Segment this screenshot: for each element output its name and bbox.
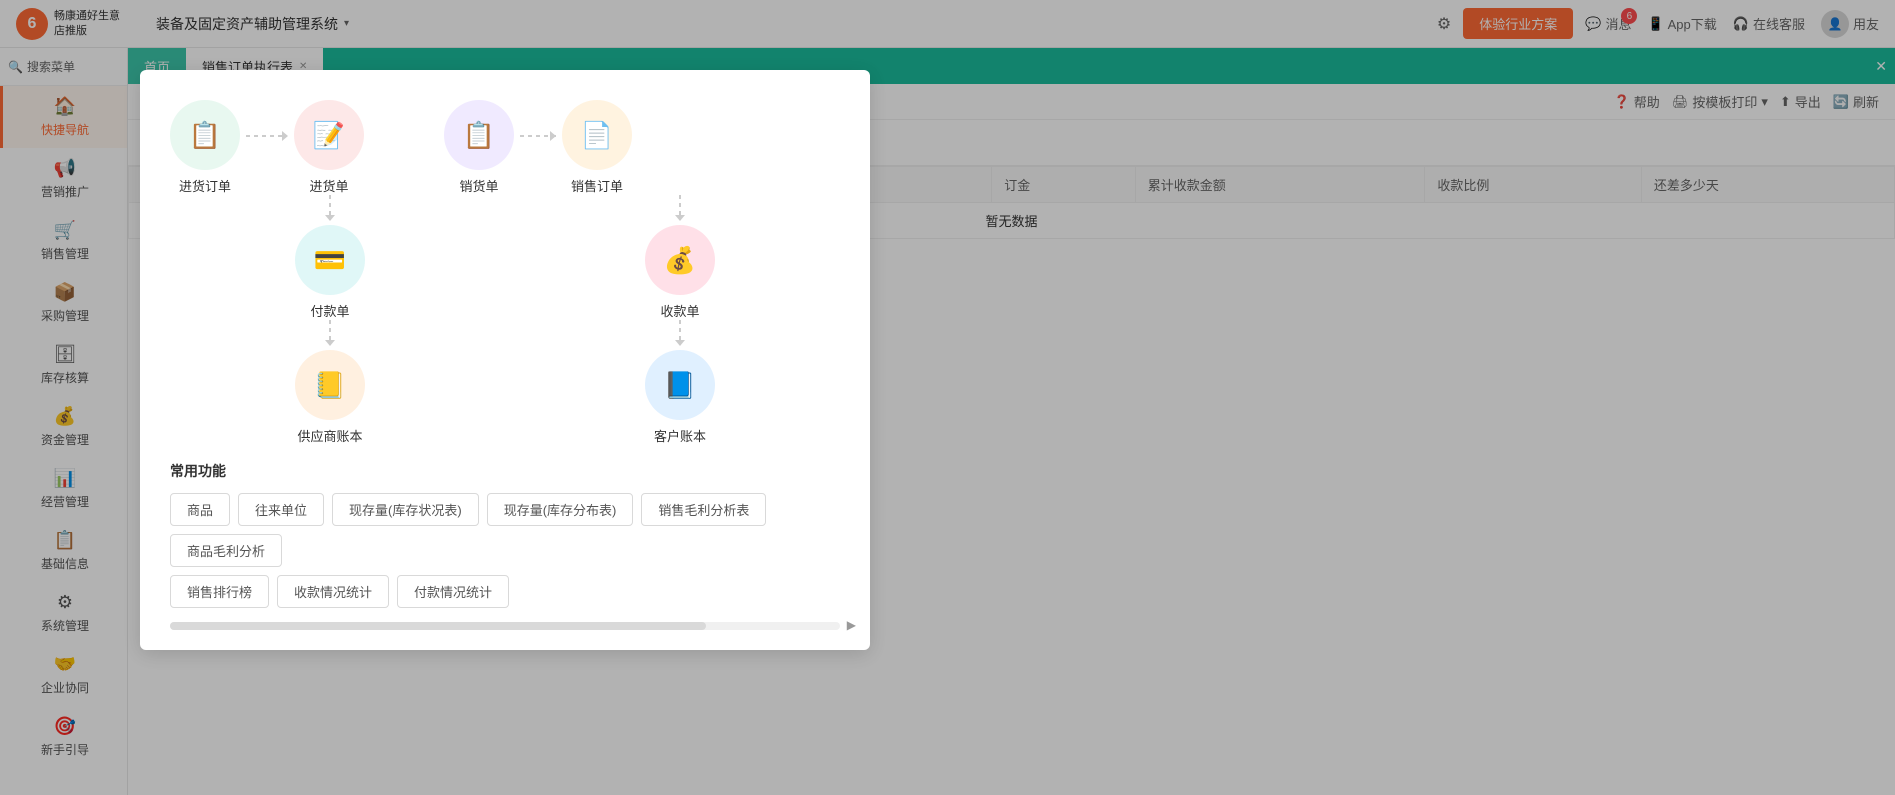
arrow-rec-down-line	[679, 320, 681, 340]
common-functions-section: 常用功能 商品 往来单位 现存量(库存状况表) 现存量(库存分布表) 销售毛利分…	[170, 461, 840, 608]
common-functions-title: 常用功能	[170, 461, 840, 481]
arrow-sb-down-line	[679, 195, 681, 215]
flow-left-col: 💳 付款单	[295, 195, 365, 320]
sales-bill-label: 销货单	[459, 176, 498, 195]
flow-sales-order: 📄 销售订单	[562, 100, 632, 195]
flow-top-row: 📋 进货订单 📝 进货单 📋	[170, 100, 840, 195]
sales-order-circle[interactable]: 📄	[562, 100, 632, 170]
func-btn-goods-profit[interactable]: 商品毛利分析	[170, 534, 282, 567]
flow-purchase-bill: 📝 进货单	[294, 100, 364, 195]
arrow-po-to-pb	[246, 131, 288, 141]
payment-bill-icon: 💳	[314, 245, 346, 276]
receipt-bill-circle[interactable]: 💰	[645, 225, 715, 295]
purchase-bill-label: 进货单	[309, 176, 348, 195]
purchase-order-label: 进货订单	[179, 176, 231, 195]
purchase-order-circle[interactable]: 📋	[170, 100, 240, 170]
arrow-head-h1	[282, 131, 288, 141]
sales-bill-circle[interactable]: 📋	[444, 100, 514, 170]
func-btn-goods[interactable]: 商品	[170, 493, 230, 526]
arrow-sb-down-head	[675, 215, 685, 221]
arrow-rec-down-head	[675, 340, 685, 346]
popup-scrollbar[interactable]: ▶	[170, 622, 840, 630]
supplier-ledger-label: 供应商账本	[297, 426, 362, 445]
popup-overlay: 📋 进货订单 📝 进货单 📋	[0, 0, 1895, 795]
arrow-pay-down-head	[325, 340, 335, 346]
function-buttons-row2: 销售排行榜 收款情况统计 付款情况统计	[170, 575, 840, 608]
scroll-right-arrow[interactable]: ▶	[847, 618, 856, 632]
arrow-head-h2-left	[550, 131, 556, 141]
flow-right-bottom-col: 📘 客户账本	[645, 320, 715, 445]
func-btn-payment-stats[interactable]: 付款情况统计	[397, 575, 509, 608]
sales-order-icon: 📄	[581, 120, 613, 151]
func-btn-stock-status[interactable]: 现存量(库存状况表)	[332, 493, 479, 526]
quick-nav-popup: 📋 进货订单 📝 进货单 📋	[140, 70, 870, 650]
func-btn-receipt-stats[interactable]: 收款情况统计	[277, 575, 389, 608]
arrow-pb-down-line	[329, 195, 331, 215]
func-btn-partner[interactable]: 往来单位	[238, 493, 324, 526]
sales-order-label: 销售订单	[571, 176, 623, 195]
payment-bill-label: 付款单	[310, 301, 349, 320]
arrow-pb-down-head	[325, 215, 335, 221]
customer-ledger-circle[interactable]: 📘	[645, 350, 715, 420]
function-buttons-row1: 商品 往来单位 现存量(库存状况表) 现存量(库存分布表) 销售毛利分析表 商品…	[170, 493, 840, 567]
func-btn-stock-dist[interactable]: 现存量(库存分布表)	[487, 493, 634, 526]
sales-bill-icon: 📋	[463, 120, 495, 151]
supplier-ledger-icon: 📒	[314, 370, 346, 401]
receipt-bill-label: 收款单	[660, 301, 699, 320]
arrow-line-h1	[246, 135, 282, 137]
flow-mid-section: 💳 付款单 💰 收款单	[170, 195, 840, 320]
popup-scrollbar-thumb[interactable]	[170, 622, 706, 630]
flow-left-bottom-col: 📒 供应商账本	[295, 320, 365, 445]
flow-right-col: 💰 收款单	[645, 195, 715, 320]
supplier-ledger-circle[interactable]: 📒	[295, 350, 365, 420]
customer-ledger-label: 客户账本	[654, 426, 706, 445]
flow-sales-bill: 📋 销货单	[444, 100, 514, 195]
customer-ledger-icon: 📘	[664, 370, 696, 401]
flow-purchase-order: 📋 进货订单	[170, 100, 240, 195]
flow-bottom-section: 📒 供应商账本 📘 客户账本	[170, 320, 840, 445]
receipt-bill-icon: 💰	[664, 245, 696, 276]
func-btn-sales-profit[interactable]: 销售毛利分析表	[641, 493, 766, 526]
purchase-bill-icon: 📝	[313, 120, 345, 151]
func-btn-sales-rank[interactable]: 销售排行榜	[170, 575, 269, 608]
arrow-pay-down-line	[329, 320, 331, 340]
purchase-order-icon: 📋	[189, 120, 221, 151]
payment-bill-circle[interactable]: 💳	[295, 225, 365, 295]
arrow-so-to-sb	[520, 131, 556, 141]
purchase-bill-circle[interactable]: 📝	[294, 100, 364, 170]
